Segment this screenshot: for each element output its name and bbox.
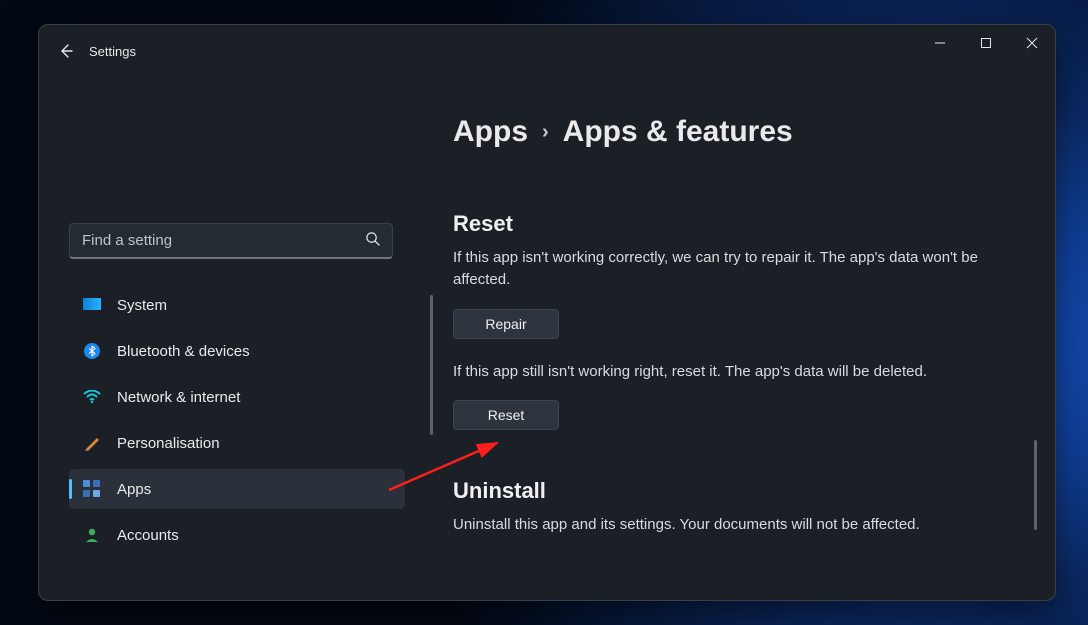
sidebar-item-label: Bluetooth & devices (117, 343, 250, 360)
uninstall-description: Uninstall this app and its settings. You… (453, 514, 1023, 536)
breadcrumb-current: Apps & features (563, 115, 793, 149)
sidebar-item-apps[interactable]: Apps (69, 469, 405, 509)
window-controls (917, 25, 1055, 61)
search-input[interactable] (82, 232, 365, 249)
reset-button[interactable]: Reset (453, 400, 559, 430)
close-button[interactable] (1009, 25, 1055, 61)
minimize-button[interactable] (917, 25, 963, 61)
reset-heading: Reset (453, 211, 1025, 237)
sidebar-nav: System Bluetooth & devices Network & int… (69, 285, 405, 561)
sidebar-item-label: Personalisation (117, 435, 220, 452)
sidebar-item-personalisation[interactable]: Personalisation (69, 423, 405, 463)
sidebar-item-accounts[interactable]: Accounts (69, 515, 405, 555)
sidebar-item-label: Apps (117, 481, 151, 498)
minimize-icon (934, 37, 946, 49)
wifi-icon (83, 388, 101, 406)
sidebar-item-network[interactable]: Network & internet (69, 377, 405, 417)
maximize-icon (980, 37, 992, 49)
content-pane: Apps › Apps & features Reset If this app… (453, 115, 1025, 600)
sidebar-scrollbar[interactable] (430, 295, 433, 435)
person-icon (83, 526, 101, 544)
titlebar: Settings (39, 25, 1055, 77)
content-scrollbar[interactable] (1034, 440, 1037, 530)
close-icon (1026, 37, 1038, 49)
repair-description: If this app isn't working correctly, we … (453, 247, 1023, 291)
app-title: Settings (89, 44, 136, 59)
sidebar-item-system[interactable]: System (69, 285, 405, 325)
breadcrumb-parent[interactable]: Apps (453, 115, 528, 149)
search-box[interactable] (69, 223, 393, 259)
bluetooth-icon (83, 342, 101, 360)
breadcrumb: Apps › Apps & features (453, 115, 1025, 149)
back-button[interactable] (45, 30, 87, 72)
arrow-left-icon (58, 43, 74, 59)
sidebar-item-bluetooth[interactable]: Bluetooth & devices (69, 331, 405, 371)
settings-window: Settings System (38, 24, 1056, 601)
reset-description: If this app still isn't working right, r… (453, 361, 1023, 383)
sidebar-item-label: System (117, 297, 167, 314)
search-icon (365, 231, 380, 251)
sidebar-item-label: Network & internet (117, 389, 240, 406)
uninstall-heading: Uninstall (453, 478, 1025, 504)
apps-icon (83, 480, 101, 498)
sidebar-item-label: Accounts (117, 527, 179, 544)
maximize-button[interactable] (963, 25, 1009, 61)
brush-icon (83, 434, 101, 452)
repair-button[interactable]: Repair (453, 309, 559, 339)
chevron-right-icon: › (542, 121, 549, 144)
display-icon (83, 296, 101, 314)
